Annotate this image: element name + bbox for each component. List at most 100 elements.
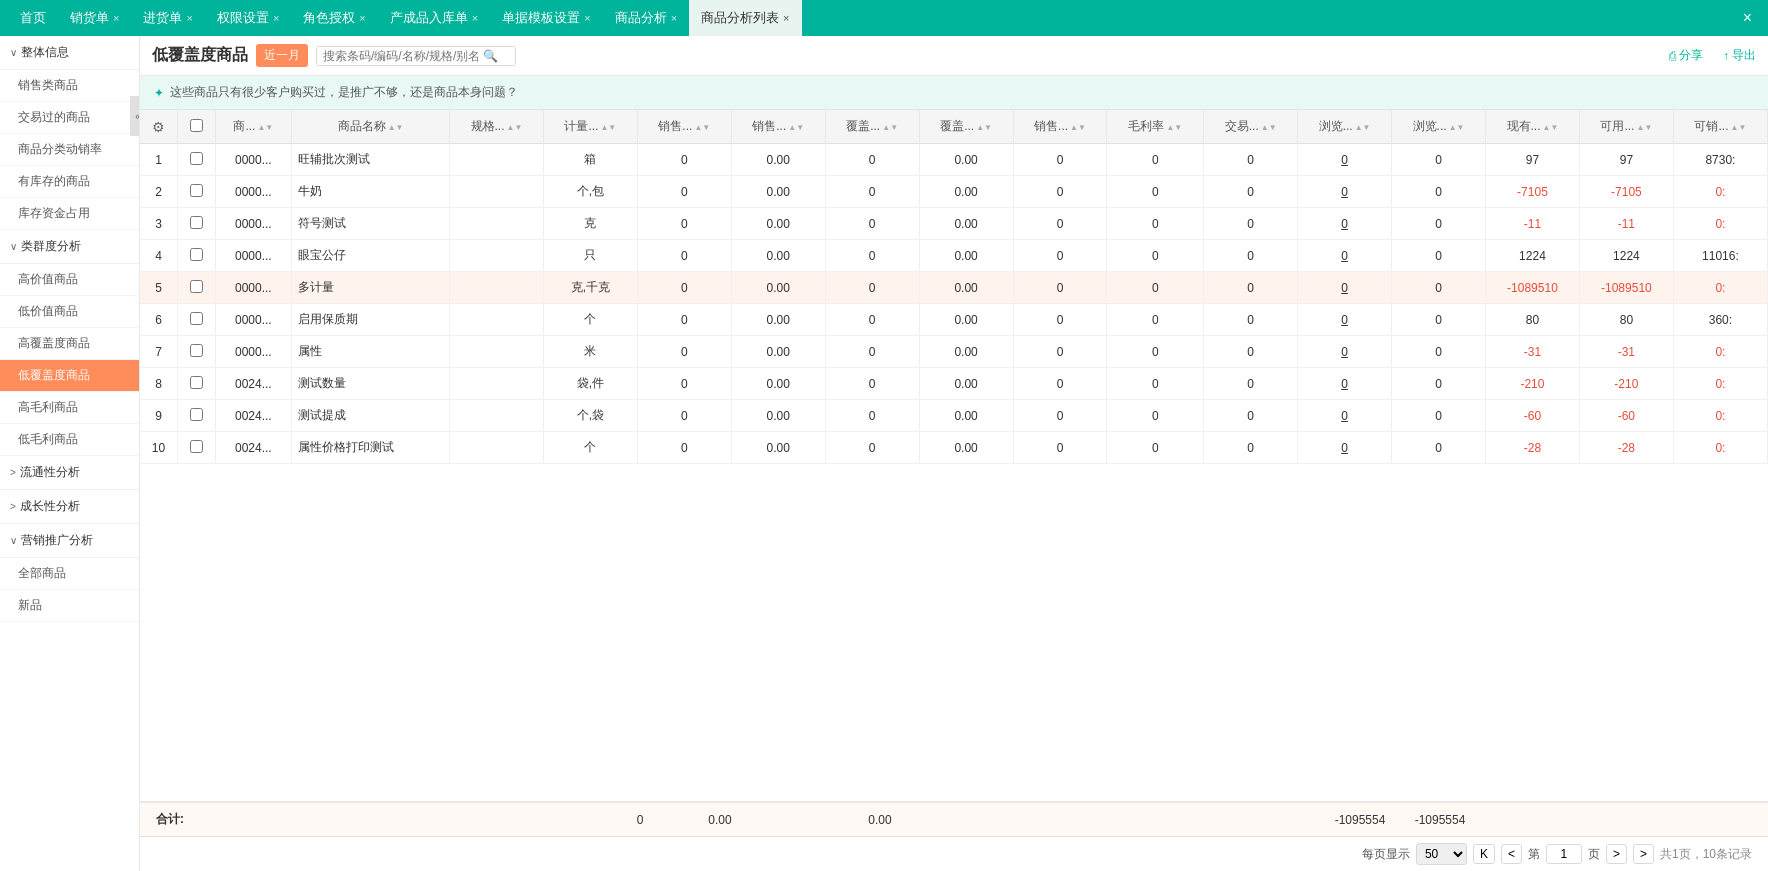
first-page-button[interactable]: K [1473, 844, 1495, 864]
nav-product-warehouse-close[interactable]: × [472, 12, 478, 24]
row-checkbox[interactable] [177, 336, 215, 368]
sidebar-section-overall[interactable]: ∨ 整体信息 [0, 36, 139, 70]
col-spec[interactable]: 规格...▲▼ [449, 110, 543, 144]
col-browse2[interactable]: 浏览...▲▼ [1392, 110, 1486, 144]
nav-product-warehouse[interactable]: 产成品入库单 × [378, 0, 490, 36]
sidebar-collapse-button[interactable]: « [130, 96, 140, 136]
time-filter-button[interactable]: 近一月 [256, 44, 308, 67]
col-browse1[interactable]: 浏览...▲▼ [1298, 110, 1392, 144]
nav-purchase-order-close[interactable]: × [186, 12, 192, 24]
share-button[interactable]: ⎙ 分享 [1669, 47, 1703, 64]
main-layout: « ∨ 整体信息 销售类商品 交易过的商品 商品分类动销率 有库存的商品 库存资… [0, 36, 1768, 871]
row-browse1[interactable]: 0 [1298, 336, 1392, 368]
prev-page-button[interactable]: < [1501, 844, 1522, 864]
row-checkbox[interactable] [177, 176, 215, 208]
row-checkbox[interactable] [177, 432, 215, 464]
col-available[interactable]: 可用...▲▼ [1579, 110, 1673, 144]
sidebar-item-low-margin[interactable]: 低毛利商品 [0, 424, 139, 456]
col-trade[interactable]: 交易...▲▼ [1204, 110, 1298, 144]
col-current[interactable]: 现有...▲▼ [1486, 110, 1580, 144]
search-input[interactable] [323, 49, 483, 63]
per-page-select[interactable]: 50 10 20 100 [1416, 843, 1467, 865]
nav-permission[interactable]: 权限设置 × [205, 0, 291, 36]
row-sales-amt: 0.00 [731, 240, 825, 272]
sidebar-section-growth[interactable]: > 成长性分析 [0, 490, 139, 524]
col-sales2[interactable]: 销售...▲▼ [1013, 110, 1107, 144]
sidebar-item-high-coverage[interactable]: 高覆盖度商品 [0, 328, 139, 360]
row-browse1[interactable]: 0 [1298, 240, 1392, 272]
content-area: 低覆盖度商品 近一月 🔍 ⎙ 分享 ↑ 导出 ✦ 这些商品只有很少客户购买过，是… [140, 36, 1768, 871]
row-browse1[interactable]: 0 [1298, 144, 1392, 176]
col-gross-rate[interactable]: 毛利率▲▼ [1107, 110, 1204, 144]
row-browse1[interactable]: 0 [1298, 176, 1392, 208]
row-cover2: 0.00 [919, 240, 1013, 272]
row-browse1[interactable]: 0 [1298, 368, 1392, 400]
sidebar-item-category-turnover[interactable]: 商品分类动销率 [0, 134, 139, 166]
pagination-bar: 每页显示 50 10 20 100 K < 第 页 > > 共1页，10条记录 [140, 836, 1768, 871]
row-browse1[interactable]: 0 [1298, 208, 1392, 240]
col-unit[interactable]: 计量...▲▼ [543, 110, 637, 144]
table-row: 10 0024... 属性价格打印测试 个 0 0.00 0 0.00 0 0 … [140, 432, 1768, 464]
col-sales-amt[interactable]: 销售...▲▼ [731, 110, 825, 144]
col-sales-qty[interactable]: 销售...▲▼ [637, 110, 731, 144]
last-page-button[interactable]: > [1633, 844, 1654, 864]
col-settings[interactable]: ⚙ [140, 110, 177, 144]
nav-product-analysis-list-close[interactable]: × [783, 12, 789, 24]
select-all-checkbox[interactable] [190, 119, 203, 132]
row-sellable: 0: [1673, 176, 1767, 208]
sidebar-item-traded-goods[interactable]: 交易过的商品 [0, 102, 139, 134]
sidebar-section-cluster[interactable]: ∨ 类群度分析 [0, 230, 139, 264]
sidebar-item-all-goods[interactable]: 全部商品 [0, 558, 139, 590]
row-browse1[interactable]: 0 [1298, 304, 1392, 336]
row-sales2: 0 [1013, 208, 1107, 240]
nav-role-auth-close[interactable]: × [359, 12, 365, 24]
sidebar-item-low-value[interactable]: 低价值商品 [0, 296, 139, 328]
nav-product-analysis-list[interactable]: 商品分析列表 × [689, 0, 801, 36]
nav-template-settings[interactable]: 单据模板设置 × [490, 0, 602, 36]
sidebar-item-new-goods[interactable]: 新品 [0, 590, 139, 622]
row-checkbox[interactable] [177, 368, 215, 400]
row-code: 0000... [215, 336, 292, 368]
row-checkbox[interactable] [177, 144, 215, 176]
table-header-row: ⚙ 商...▲▼ 商品名称▲▼ 规格...▲▼ 计量...▲▼ 销售...▲▼ … [140, 110, 1768, 144]
row-checkbox[interactable] [177, 304, 215, 336]
col-sellable[interactable]: 可销...▲▼ [1673, 110, 1767, 144]
row-checkbox[interactable] [177, 400, 215, 432]
nav-role-auth[interactable]: 角色授权 × [291, 0, 377, 36]
nav-permission-close[interactable]: × [273, 12, 279, 24]
page-number-input[interactable] [1546, 844, 1582, 864]
row-browse1[interactable]: 0 [1298, 432, 1392, 464]
row-browse1[interactable]: 0 [1298, 400, 1392, 432]
settings-icon[interactable]: ⚙ [152, 119, 165, 135]
nav-home[interactable]: 首页 [8, 0, 58, 36]
table-row: 8 0024... 测试数量 袋,件 0 0.00 0 0.00 0 0 0 0… [140, 368, 1768, 400]
sidebar-section-liquidity[interactable]: > 流通性分析 [0, 456, 139, 490]
sidebar-section-marketing[interactable]: ∨ 营销推广分析 [0, 524, 139, 558]
export-button[interactable]: ↑ 导出 [1723, 47, 1756, 64]
nav-template-settings-close[interactable]: × [584, 12, 590, 24]
sidebar-item-capital-occupation[interactable]: 库存资金占用 [0, 198, 139, 230]
row-checkbox[interactable] [177, 240, 215, 272]
sidebar-item-in-stock[interactable]: 有库存的商品 [0, 166, 139, 198]
col-cover2[interactable]: 覆盖...▲▼ [919, 110, 1013, 144]
sidebar-item-sales-goods[interactable]: 销售类商品 [0, 70, 139, 102]
row-cover1: 0 [825, 368, 919, 400]
row-browse1[interactable]: 0 [1298, 272, 1392, 304]
nav-product-analysis[interactable]: 商品分析 × [603, 0, 689, 36]
row-checkbox[interactable] [177, 272, 215, 304]
window-close-button[interactable]: × [1735, 9, 1760, 27]
col-code[interactable]: 商...▲▼ [215, 110, 292, 144]
nav-product-analysis-close[interactable]: × [671, 12, 677, 24]
row-available: -1089510 [1579, 272, 1673, 304]
sidebar-item-high-margin[interactable]: 高毛利商品 [0, 392, 139, 424]
nav-sales-order[interactable]: 销货单 × [58, 0, 131, 36]
next-page-button[interactable]: > [1606, 844, 1627, 864]
sidebar-item-low-coverage[interactable]: 低覆盖度商品 [0, 360, 139, 392]
nav-purchase-order[interactable]: 进货单 × [131, 0, 204, 36]
nav-sales-order-close[interactable]: × [113, 12, 119, 24]
col-name[interactable]: 商品名称▲▼ [292, 110, 450, 144]
row-checkbox[interactable] [177, 208, 215, 240]
row-code: 0000... [215, 176, 292, 208]
sidebar-item-high-value[interactable]: 高价值商品 [0, 264, 139, 296]
col-cover1[interactable]: 覆盖...▲▼ [825, 110, 919, 144]
